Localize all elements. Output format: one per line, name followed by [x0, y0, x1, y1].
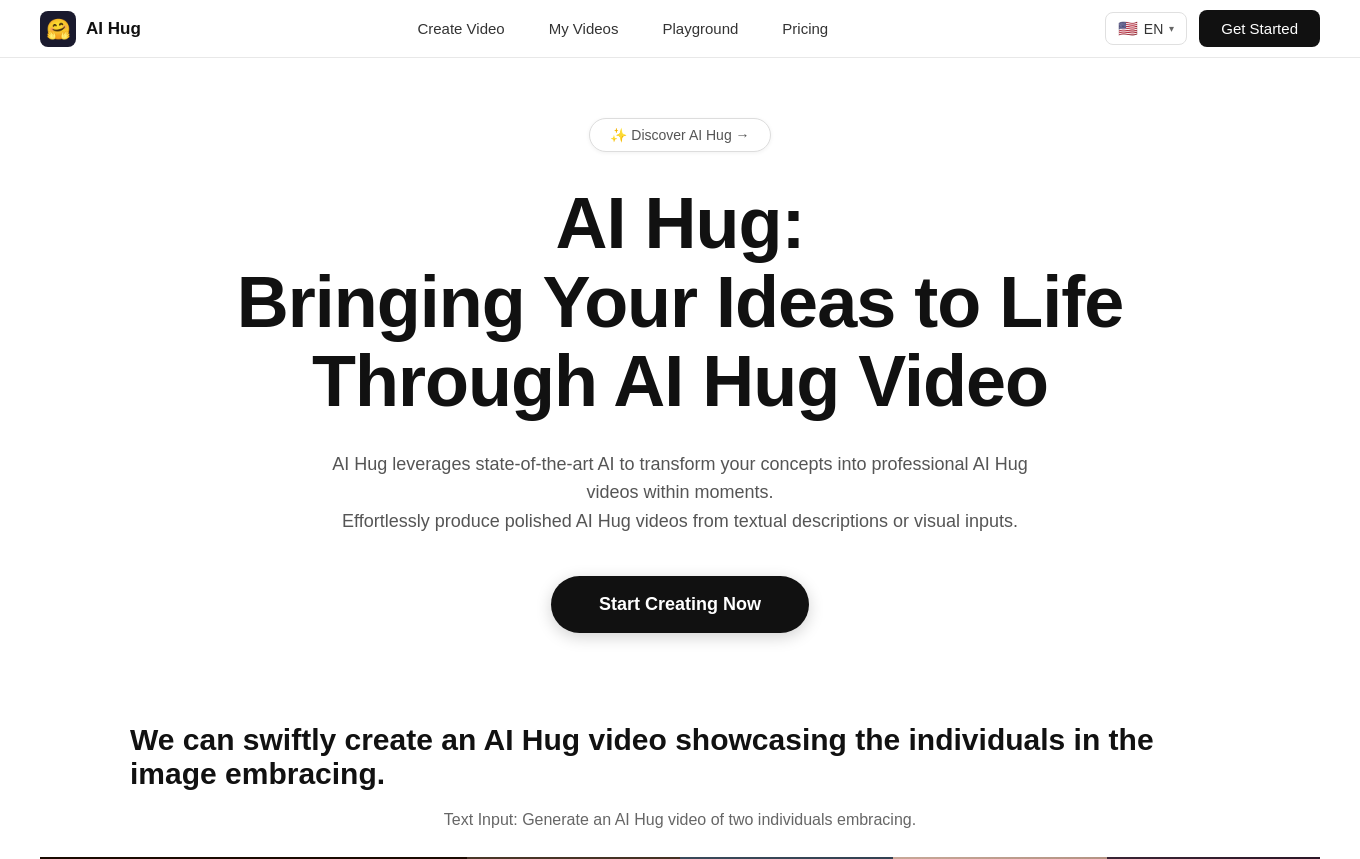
- nav-playground[interactable]: Playground: [644, 12, 756, 45]
- hero-title-line2: Bringing Your Ideas to Life Through AI H…: [237, 262, 1123, 421]
- brand-name: AI Hug: [86, 19, 141, 39]
- showcase-section: We can swiftly create an AI Hug video sh…: [0, 673, 1360, 859]
- start-creating-button[interactable]: Start Creating Now: [551, 576, 809, 633]
- navbar: 🤗 AI Hug Create Video My Videos Playgrou…: [0, 0, 1360, 58]
- nav-pricing[interactable]: Pricing: [764, 12, 846, 45]
- chevron-down-icon: ▾: [1169, 23, 1174, 34]
- showcase-description: Text Input: Generate an AI Hug video of …: [40, 811, 1320, 829]
- language-selector[interactable]: 🇺🇸 EN ▾: [1105, 12, 1187, 45]
- hero-subtitle-line1: AI Hug leverages state-of-the-art AI to …: [332, 454, 1027, 503]
- hero-title-line1: AI Hug:: [556, 183, 805, 263]
- logo-emoji: 🤗: [46, 17, 71, 41]
- nav-my-videos[interactable]: My Videos: [531, 12, 637, 45]
- navbar-brand-section: 🤗 AI Hug: [40, 11, 141, 47]
- nav-create-video[interactable]: Create Video: [399, 12, 522, 45]
- get-started-button[interactable]: Get Started: [1199, 10, 1320, 47]
- hero-subtitle: AI Hug leverages state-of-the-art AI to …: [330, 450, 1030, 536]
- showcase-title: We can swiftly create an AI Hug video sh…: [130, 723, 1230, 791]
- hero-title: AI Hug: Bringing Your Ideas to Life Thro…: [130, 184, 1230, 422]
- discover-badge[interactable]: ✨ Discover AI Hug →: [589, 118, 770, 152]
- flag-icon: 🇺🇸: [1118, 19, 1138, 38]
- hero-section: ✨ Discover AI Hug → AI Hug: Bringing You…: [0, 58, 1360, 673]
- hero-subtitle-line2: Effortlessly produce polished AI Hug vid…: [342, 511, 1018, 531]
- brand-logo: 🤗: [40, 11, 76, 47]
- language-code: EN: [1144, 21, 1163, 37]
- nav-links: Create Video My Videos Playground Pricin…: [399, 12, 846, 45]
- navbar-actions: 🇺🇸 EN ▾ Get Started: [1105, 10, 1320, 47]
